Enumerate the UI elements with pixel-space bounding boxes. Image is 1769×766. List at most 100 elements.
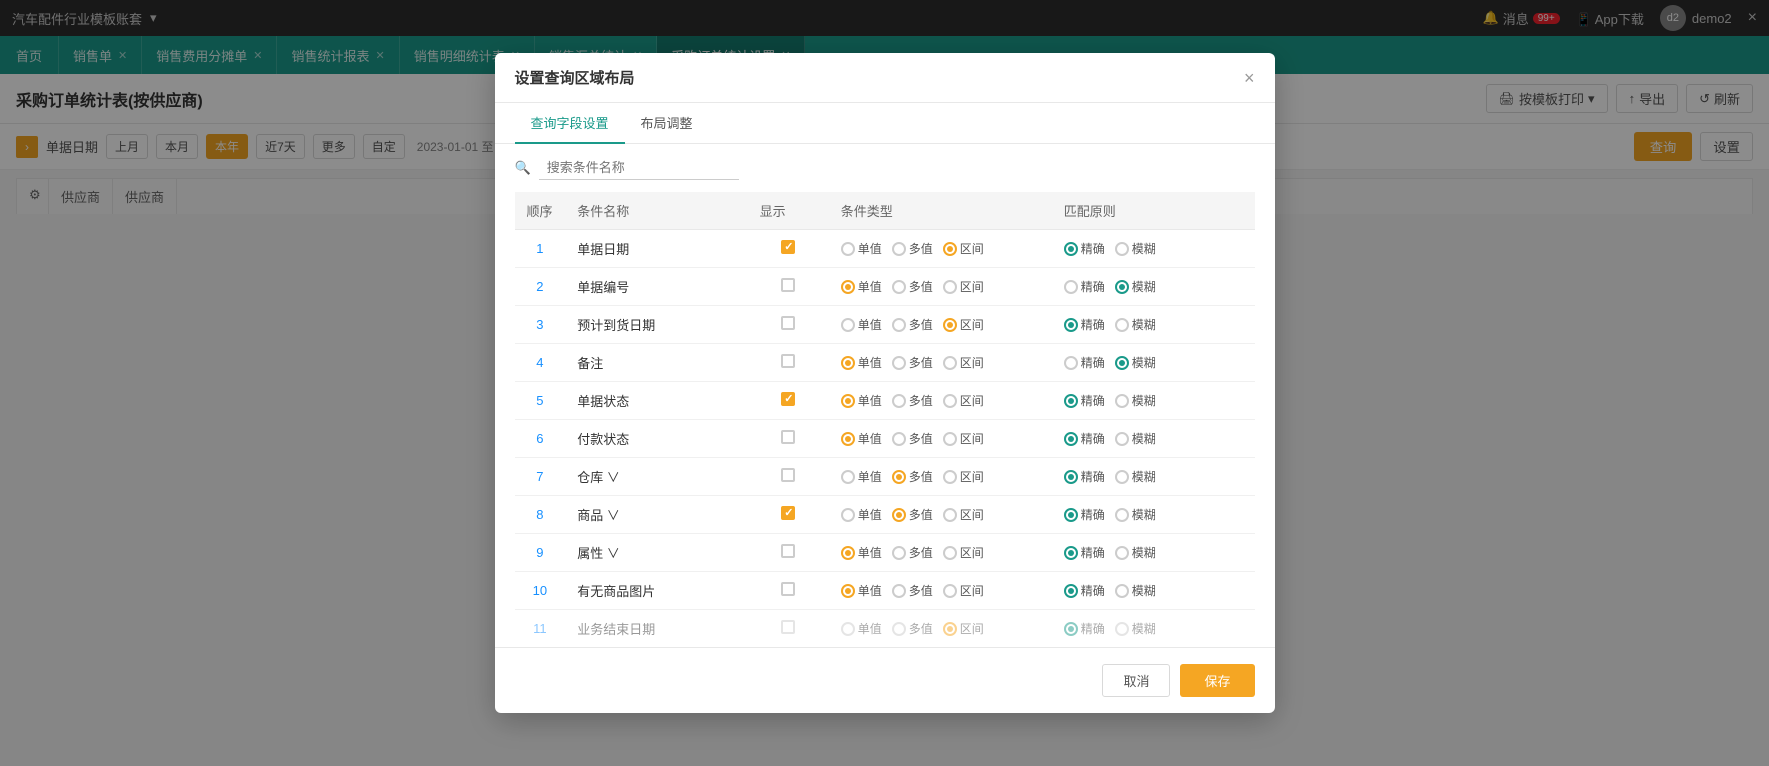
type-radio-单值[interactable]: 单值: [841, 582, 882, 599]
match-radio-模糊[interactable]: 模糊: [1115, 582, 1156, 599]
modal-close-btn[interactable]: ×: [1244, 69, 1255, 87]
row-display[interactable]: [748, 230, 829, 268]
radio-circle: [841, 470, 855, 484]
type-radio-单值[interactable]: 单值: [841, 430, 882, 447]
row-display[interactable]: [748, 610, 829, 648]
type-radio-多值[interactable]: 多值: [892, 544, 933, 561]
row-display[interactable]: [748, 344, 829, 382]
match-radio-精确[interactable]: 精确: [1064, 468, 1105, 485]
tab-layout-adjust[interactable]: 布局调整: [625, 103, 709, 144]
display-checkbox[interactable]: [781, 240, 795, 254]
row-type: 单值多值区间: [829, 534, 1052, 572]
display-checkbox[interactable]: [781, 278, 795, 292]
row-display[interactable]: [748, 534, 829, 572]
match-radio-精确[interactable]: 精确: [1064, 316, 1105, 333]
match-radio-模糊[interactable]: 模糊: [1115, 278, 1156, 295]
type-radio-多值[interactable]: 多值: [892, 240, 933, 257]
display-checkbox[interactable]: [781, 582, 795, 596]
match-radio-模糊[interactable]: 模糊: [1115, 354, 1156, 371]
match-radio-模糊[interactable]: 模糊: [1115, 240, 1156, 257]
match-radio-精确[interactable]: 精确: [1064, 392, 1105, 409]
display-checkbox[interactable]: [781, 506, 795, 520]
display-checkbox[interactable]: [781, 468, 795, 482]
match-radio-精确[interactable]: 精确: [1064, 354, 1105, 371]
type-radio-区间[interactable]: 区间: [943, 468, 984, 485]
row-match: 精确模糊: [1052, 534, 1255, 572]
type-radio-单值[interactable]: 单值: [841, 354, 882, 371]
radio-circle: [943, 318, 957, 332]
match-radio-模糊[interactable]: 模糊: [1115, 506, 1156, 523]
match-radio-模糊[interactable]: 模糊: [1115, 620, 1156, 637]
row-type: 单值多值区间: [829, 420, 1052, 458]
radio-circle: [892, 508, 906, 522]
type-radio-区间[interactable]: 区间: [943, 278, 984, 295]
row-name: 属性 ∨: [565, 534, 747, 572]
row-display[interactable]: [748, 382, 829, 420]
type-radio-多值[interactable]: 多值: [892, 468, 933, 485]
radio-label: 多值: [909, 240, 933, 257]
display-checkbox[interactable]: [781, 620, 795, 634]
row-display[interactable]: [748, 458, 829, 496]
radio-circle: [892, 394, 906, 408]
type-radio-区间[interactable]: 区间: [943, 506, 984, 523]
radio-circle: [943, 356, 957, 370]
radio-label: 单值: [858, 392, 882, 409]
type-radio-区间[interactable]: 区间: [943, 316, 984, 333]
display-checkbox[interactable]: [781, 430, 795, 444]
type-radio-多值[interactable]: 多值: [892, 582, 933, 599]
display-checkbox[interactable]: [781, 544, 795, 558]
type-radio-多值[interactable]: 多值: [892, 620, 933, 637]
match-radio-模糊[interactable]: 模糊: [1115, 430, 1156, 447]
type-radio-单值[interactable]: 单值: [841, 620, 882, 637]
display-checkbox[interactable]: [781, 316, 795, 330]
row-order: 1: [515, 230, 566, 268]
save-button[interactable]: 保存: [1180, 664, 1254, 697]
radio-circle: [943, 508, 957, 522]
type-radio-单值[interactable]: 单值: [841, 506, 882, 523]
type-radio-多值[interactable]: 多值: [892, 354, 933, 371]
modal-header: 设置查询区域布局 ×: [495, 53, 1275, 103]
row-display[interactable]: [748, 496, 829, 534]
cancel-button[interactable]: 取消: [1102, 664, 1170, 697]
type-radio-区间[interactable]: 区间: [943, 582, 984, 599]
tab-query-fields[interactable]: 查询字段设置: [515, 103, 625, 144]
type-radio-多值[interactable]: 多值: [892, 392, 933, 409]
match-radio-模糊[interactable]: 模糊: [1115, 544, 1156, 561]
type-radio-多值[interactable]: 多值: [892, 278, 933, 295]
type-radio-单值[interactable]: 单值: [841, 468, 882, 485]
row-display[interactable]: [748, 572, 829, 610]
type-radio-单值[interactable]: 单值: [841, 316, 882, 333]
match-radio-模糊[interactable]: 模糊: [1115, 468, 1156, 485]
type-radio-单值[interactable]: 单值: [841, 240, 882, 257]
match-radio-精确[interactable]: 精确: [1064, 544, 1105, 561]
radio-circle: [943, 622, 957, 636]
display-checkbox[interactable]: [781, 354, 795, 368]
match-radio-模糊[interactable]: 模糊: [1115, 316, 1156, 333]
type-radio-区间[interactable]: 区间: [943, 544, 984, 561]
type-radio-区间[interactable]: 区间: [943, 392, 984, 409]
type-radio-单值[interactable]: 单值: [841, 392, 882, 409]
display-checkbox[interactable]: [781, 392, 795, 406]
type-radio-单值[interactable]: 单值: [841, 278, 882, 295]
type-radio-区间[interactable]: 区间: [943, 620, 984, 637]
type-radio-区间[interactable]: 区间: [943, 430, 984, 447]
radio-circle: [943, 470, 957, 484]
row-order: 5: [515, 382, 566, 420]
type-radio-多值[interactable]: 多值: [892, 430, 933, 447]
type-radio-区间[interactable]: 区间: [943, 240, 984, 257]
type-radio-多值[interactable]: 多值: [892, 316, 933, 333]
type-radio-多值[interactable]: 多值: [892, 506, 933, 523]
match-radio-模糊[interactable]: 模糊: [1115, 392, 1156, 409]
match-radio-精确[interactable]: 精确: [1064, 240, 1105, 257]
type-radio-单值[interactable]: 单值: [841, 544, 882, 561]
row-display[interactable]: [748, 306, 829, 344]
match-radio-精确[interactable]: 精确: [1064, 620, 1105, 637]
row-display[interactable]: [748, 420, 829, 458]
search-input[interactable]: [539, 156, 739, 180]
row-display[interactable]: [748, 268, 829, 306]
type-radio-区间[interactable]: 区间: [943, 354, 984, 371]
match-radio-精确[interactable]: 精确: [1064, 278, 1105, 295]
match-radio-精确[interactable]: 精确: [1064, 582, 1105, 599]
match-radio-精确[interactable]: 精确: [1064, 506, 1105, 523]
match-radio-精确[interactable]: 精确: [1064, 430, 1105, 447]
